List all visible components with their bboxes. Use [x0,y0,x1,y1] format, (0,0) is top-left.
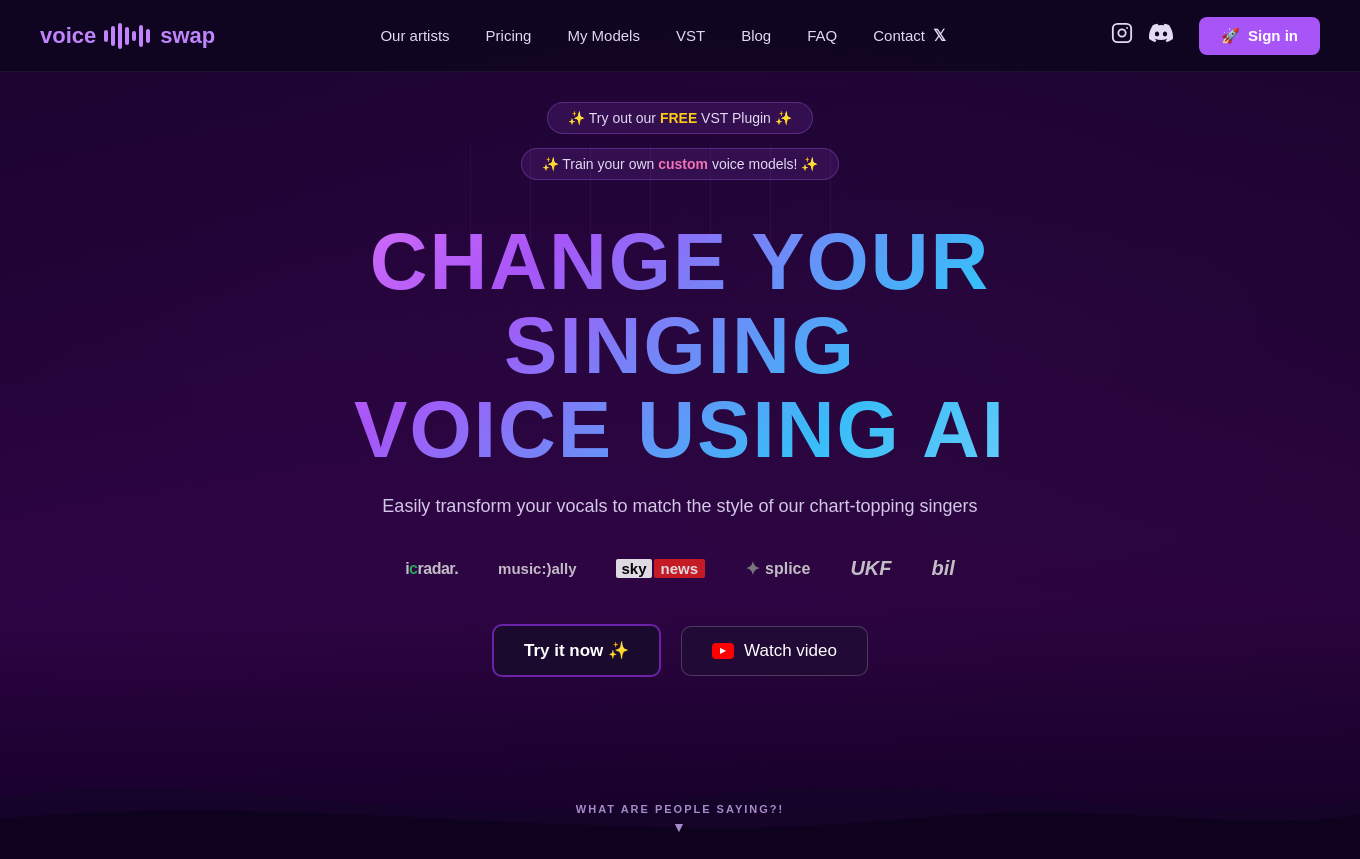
logo-swap: swap [160,23,215,49]
try-now-button[interactable]: Try it now ✨ [492,624,661,677]
bottom-label-text: WHAT ARE PEOPLE SAYING?! [576,803,784,815]
watch-video-label: Watch video [744,641,837,661]
nav-faq[interactable]: FAQ [807,27,837,44]
hero-subtitle: Easily transform your vocals to match th… [382,496,977,517]
bottom-arrow-icon: ▼ [576,819,784,835]
video-icon: ▶ [712,643,734,659]
vst-banner[interactable]: ✨ Try out our FREE VST Plugin ✨ [547,102,813,134]
main-content: ✨ Try out our FREE VST Plugin ✨ ✨ Train … [0,72,1360,677]
splice-label: splice [765,560,810,578]
vst-banner-prefix: ✨ Try out our [568,110,660,126]
news-label: news [654,559,706,578]
sign-in-label: Sign in [1248,27,1298,44]
press-logo-skynews: skynews [616,559,705,578]
vst-banner-highlight: FREE [660,110,697,126]
nav-blog[interactable]: Blog [741,27,771,44]
discord-icon[interactable] [1149,21,1173,50]
wave-decoration [0,739,1360,859]
press-logo-bil: bil [932,557,955,580]
x-icon: 𝕏 [933,26,946,45]
nav-contact[interactable]: Contact [873,27,925,44]
svg-rect-7 [1113,24,1131,42]
logo[interactable]: voice swap [40,22,215,50]
logo-voice: voice [40,23,96,49]
splice-icon: ✦ [745,558,760,580]
svg-rect-1 [111,26,115,46]
watch-video-button[interactable]: ▶ Watch video [681,626,868,676]
hero-line2: VOICE USING AI [354,385,1006,474]
logo-waveform-icon [102,22,154,50]
nav-our-artists[interactable]: Our artists [380,27,449,44]
navbar: voice swap Our artists Pricing My Models… [0,0,1360,72]
nav-social-icons: 🚀 Sign in [1111,17,1320,55]
nav-vst[interactable]: VST [676,27,705,44]
press-logo-icradar: icradar. [405,560,458,578]
hero-heading: CHANGE YOUR SINGING VOICE USING AI [230,220,1130,472]
nav-my-models[interactable]: My Models [567,27,640,44]
svg-rect-5 [139,25,143,47]
press-logo-musicaly: music:)ally [498,560,576,577]
vst-banner-suffix: VST Plugin ✨ [697,110,792,126]
press-logos: icradar. music:)ally skynews ✦ splice UK… [405,557,955,580]
press-logo-ukf: UKF [850,557,891,580]
svg-rect-3 [125,27,129,45]
svg-point-9 [1126,27,1128,29]
svg-rect-0 [104,30,108,42]
grid-decoration [470,144,890,244]
sign-in-icon: 🚀 [1221,27,1240,45]
svg-rect-2 [118,23,122,49]
press-logo-splice: ✦ splice [745,558,810,580]
nav-pricing[interactable]: Pricing [486,27,532,44]
sign-in-button[interactable]: 🚀 Sign in [1199,17,1320,55]
sky-label: sky [616,559,651,578]
try-now-label: Try it now ✨ [524,640,629,661]
cta-buttons: Try it now ✨ ▶ Watch video [492,624,868,677]
svg-rect-4 [132,31,136,41]
nav-links: Our artists Pricing My Models VST Blog F… [380,26,946,45]
svg-rect-6 [146,29,150,43]
instagram-icon[interactable] [1111,22,1133,49]
bottom-label[interactable]: WHAT ARE PEOPLE SAYING?! ▼ [576,803,784,835]
svg-point-8 [1118,29,1125,36]
